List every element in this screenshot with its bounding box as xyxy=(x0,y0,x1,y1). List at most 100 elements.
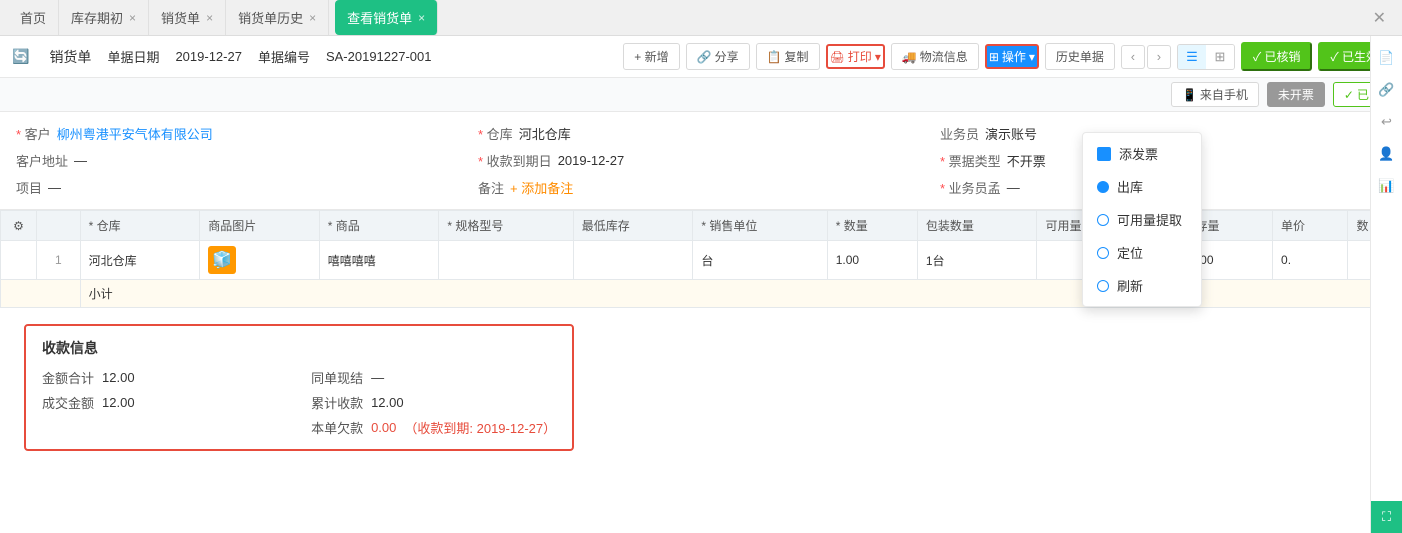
sales-staff-label: 业务员孟 xyxy=(940,178,1001,197)
menu-add-invoice[interactable]: 添发票 xyxy=(1083,137,1201,170)
locate-icon xyxy=(1097,247,1109,259)
window-close-button[interactable]: ✕ xyxy=(1365,6,1394,31)
menu-locate[interactable]: 定位 xyxy=(1083,236,1201,269)
balance-value: 0.00 xyxy=(371,420,396,435)
tab-sales-label: 销货单 xyxy=(161,8,200,27)
col-settings[interactable]: ⚙ xyxy=(1,211,37,241)
nav-arrows: ‹ › xyxy=(1121,45,1171,69)
customer-row: 客户 柳州粤港平安气体有限公司 xyxy=(16,124,462,143)
row-qty: 1.00 xyxy=(827,241,917,280)
new-button[interactable]: + 新增 xyxy=(623,43,679,70)
operate-button[interactable]: ⊞ 操作 ▾ xyxy=(985,44,1039,69)
tab-inventory-label: 库存期初 xyxy=(71,8,123,27)
tab-inventory-close[interactable]: × xyxy=(129,11,136,25)
cancelled-button[interactable]: ✓ 已核销 xyxy=(1241,42,1313,71)
sidebar-chart-icon[interactable]: 📊 xyxy=(1373,172,1401,200)
sidebar-doc-icon[interactable]: 📄 xyxy=(1373,44,1401,72)
project-value: — xyxy=(48,180,61,195)
note-add-button[interactable]: + 添加备注 xyxy=(510,178,573,197)
logistics-icon: 🚚 xyxy=(902,50,917,64)
share-button[interactable]: 🔗 分享 xyxy=(686,43,750,70)
customer-value[interactable]: 柳州粤港平安气体有限公司 xyxy=(57,124,213,143)
num-label: 单据编号 xyxy=(258,47,310,66)
add-invoice-label: 添发票 xyxy=(1119,144,1158,163)
ticket-value: 不开票 xyxy=(1007,151,1046,170)
tab-sales-history[interactable]: 销货单历史 × xyxy=(226,0,329,35)
payment-grid: 金额合计 12.00 成交金额 12.00 同单现结 — xyxy=(42,368,556,437)
operate-label: 操作 xyxy=(1002,48,1026,65)
note-label: 备注 xyxy=(478,178,504,197)
payment-date-value: 2019-12-27 xyxy=(558,153,625,168)
tab-view-sales[interactable]: 查看销货单 × xyxy=(335,0,438,35)
same-order-row: 同单现结 — xyxy=(311,368,556,387)
tab-view-sales-label: 查看销货单 xyxy=(347,8,412,27)
view-toggle: ☰ ⊞ xyxy=(1177,44,1235,70)
dropdown-menu: 添发票 出库 可用量提取 定位 刷新 xyxy=(1082,132,1202,307)
history-button[interactable]: 历史单据 xyxy=(1045,43,1115,70)
col-product: * 商品 xyxy=(319,211,439,241)
row-price: 0. xyxy=(1273,241,1348,280)
prev-button[interactable]: ‹ xyxy=(1121,45,1145,69)
col-warehouse: * 仓库 xyxy=(80,211,200,241)
avail-extract-label: 可用量提取 xyxy=(1117,210,1182,229)
payment-section-wrapper: 收款信息 金额合计 12.00 成交金额 12.00 xyxy=(0,308,1402,467)
tab-sales-close[interactable]: × xyxy=(206,11,213,25)
right-sidebar: 📄 🔗 ↩ 👤 📊 ⛶ xyxy=(1370,36,1402,533)
row-spec xyxy=(439,241,573,280)
warehouse-label: 仓库 xyxy=(478,124,513,143)
tab-view-sales-close[interactable]: × xyxy=(418,11,425,25)
list-view-button[interactable]: ☰ xyxy=(1178,45,1206,69)
tab-sales[interactable]: 销货单 × xyxy=(149,0,226,35)
deal-amount-value: 12.00 xyxy=(102,395,135,410)
col-qty: * 数量 xyxy=(827,211,917,241)
note-row: 备注 + 添加备注 xyxy=(478,178,924,197)
payment-section: 收款信息 金额合计 12.00 成交金额 12.00 xyxy=(24,324,574,451)
history-label: 历史单据 xyxy=(1056,48,1104,65)
project-row: 项目 — xyxy=(16,178,462,197)
copy-button[interactable]: 📋 复制 xyxy=(756,43,820,70)
doc-title: 销货单 xyxy=(49,47,91,67)
print-button[interactable]: 🖨 打印 ▾ xyxy=(826,44,885,69)
product-image: 🧊 xyxy=(208,246,236,274)
sidebar-return-icon[interactable]: ↩ xyxy=(1373,108,1401,136)
row-pkg-qty: 1台 xyxy=(917,241,1037,280)
total-received-label: 累计收款 xyxy=(311,393,363,412)
payment-date-label: 收款到期日 xyxy=(478,151,552,170)
sidebar-user-icon[interactable]: 👤 xyxy=(1373,140,1401,168)
sidebar-link-icon[interactable]: 🔗 xyxy=(1373,76,1401,104)
next-button[interactable]: › xyxy=(1147,45,1171,69)
doc-icon: 🔄 xyxy=(12,48,29,65)
payment-title: 收款信息 xyxy=(42,338,556,358)
tab-sales-history-close[interactable]: × xyxy=(309,11,316,25)
address-label: 客户地址 xyxy=(16,151,68,170)
warehouse-row: 仓库 河北仓库 xyxy=(478,124,924,143)
row-img: 🧊 xyxy=(200,241,320,280)
from-phone-button[interactable]: 📱 来自手机 xyxy=(1171,82,1259,107)
sub-toolbar: 📱 来自手机 未开票 ✓ 已... xyxy=(0,78,1402,112)
tab-home[interactable]: 首页 xyxy=(8,0,59,35)
grid-view-button[interactable]: ⊞ xyxy=(1206,45,1234,69)
logistics-button[interactable]: 🚚 物流信息 xyxy=(891,43,979,70)
customer-label: 客户 xyxy=(16,124,51,143)
staff-label: 业务员 xyxy=(940,124,979,143)
address-row: 客户地址 — xyxy=(16,151,462,170)
tab-inventory[interactable]: 库存期初 × xyxy=(59,0,149,35)
avail-extract-icon xyxy=(1097,214,1109,226)
menu-avail-extract[interactable]: 可用量提取 xyxy=(1083,203,1201,236)
row-settings[interactable] xyxy=(1,241,37,280)
sidebar-expand-icon[interactable]: ⛶ xyxy=(1371,501,1402,533)
date-label: 单据日期 xyxy=(107,47,159,66)
menu-outbound[interactable]: 出库 xyxy=(1083,170,1201,203)
date-value: 2019-12-27 xyxy=(175,49,242,64)
copy-label: 复制 xyxy=(785,48,809,65)
same-order-label: 同单现结 xyxy=(311,368,363,387)
toolbar: 🔄 销货单 单据日期 2019-12-27 单据编号 SA-20191227-0… xyxy=(0,36,1402,78)
add-invoice-icon xyxy=(1097,147,1111,161)
share-icon: 🔗 xyxy=(697,50,712,64)
refresh-label: 刷新 xyxy=(1117,276,1143,295)
print-icon: 🖨 xyxy=(830,50,845,64)
tab-home-label: 首页 xyxy=(20,8,46,27)
not-open-button[interactable]: 未开票 xyxy=(1267,82,1325,107)
row-num: 1 xyxy=(37,241,81,280)
menu-refresh[interactable]: 刷新 xyxy=(1083,269,1201,302)
